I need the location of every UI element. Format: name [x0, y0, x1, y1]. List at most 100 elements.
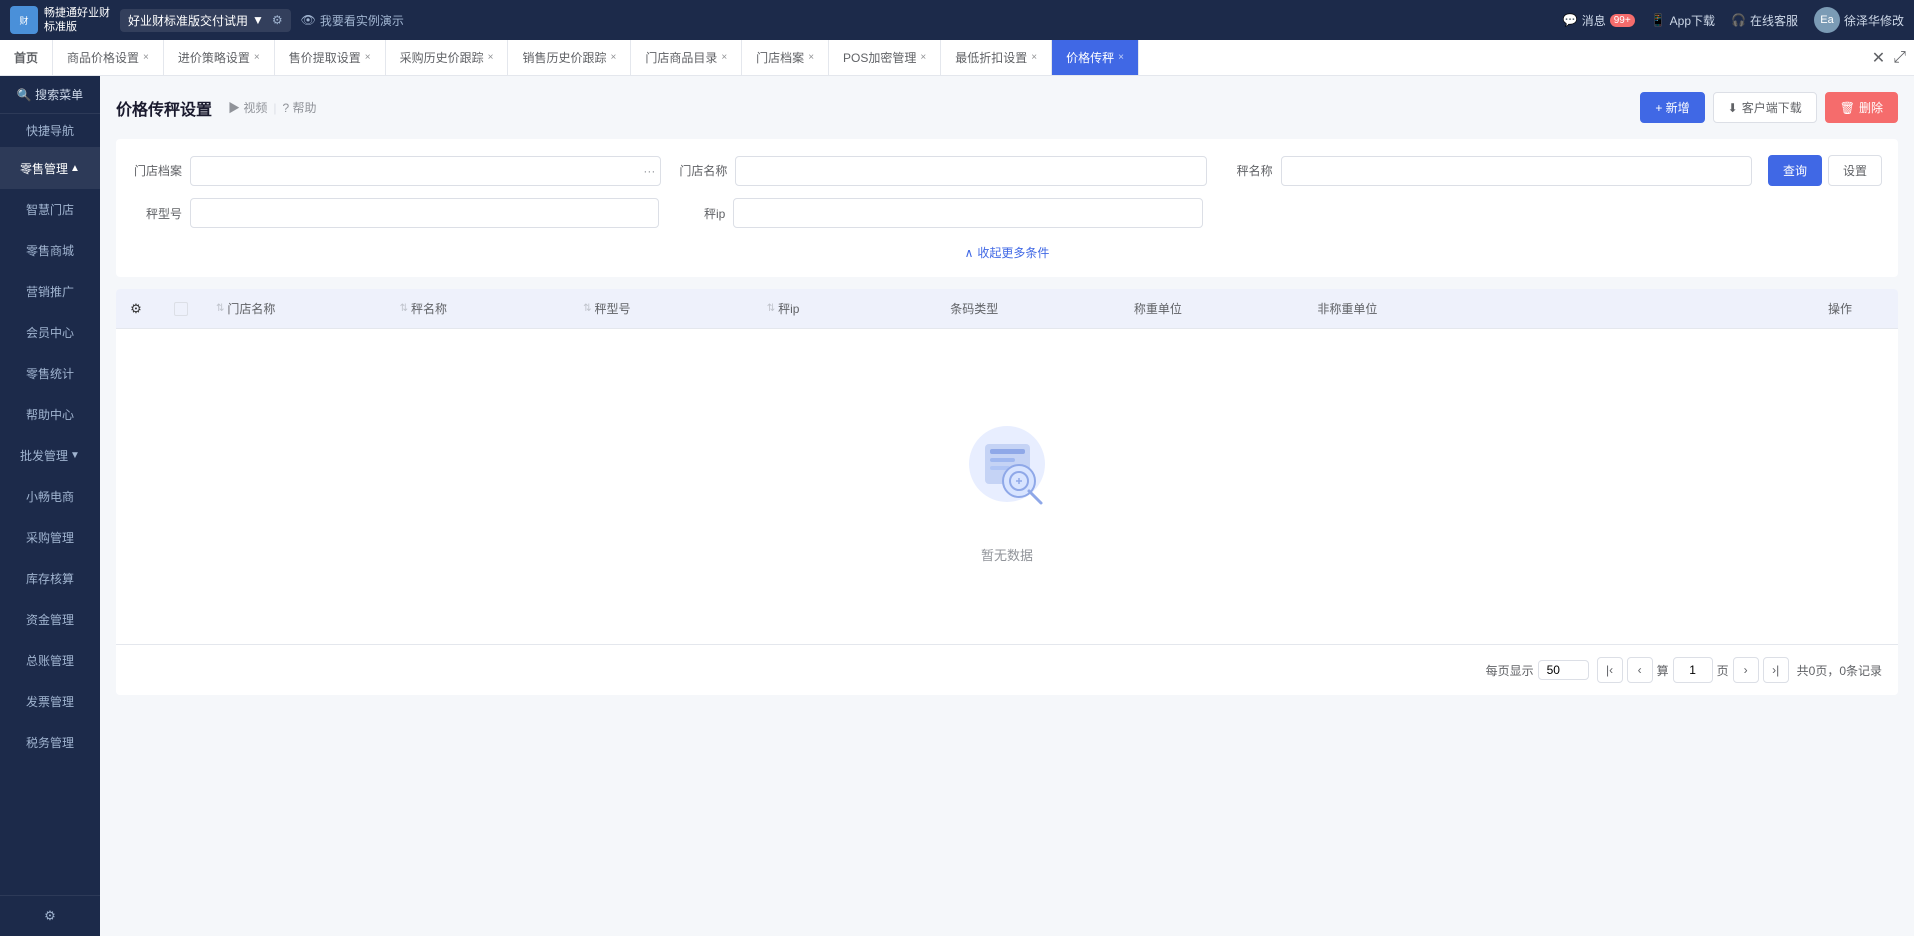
scale-name-input[interactable] [1281, 156, 1752, 186]
close-icon[interactable]: × [721, 52, 727, 63]
sidebar-item-tax[interactable]: 税务管理 [0, 722, 100, 763]
sidebar-item-wholesale-mgmt[interactable]: 批发管理 ▼ [0, 435, 100, 476]
first-page-btn[interactable]: |‹ [1597, 657, 1623, 683]
page-suffix-label: 页 [1717, 662, 1729, 679]
app-download-btn[interactable]: 📱 App下载 [1651, 12, 1715, 29]
page-nav: |‹ ‹ 算 页 › ›| [1597, 657, 1789, 683]
sidebar-item-invoice[interactable]: 发票管理 [0, 681, 100, 722]
tab-sale-price[interactable]: 售价提取设置 × [275, 40, 386, 76]
col-header-weight-unit: 称重单位 [1124, 300, 1308, 317]
tab-purchase-history[interactable]: 采购历史价跟踪 × [386, 40, 509, 76]
add-button[interactable]: + 新增 [1640, 92, 1704, 123]
tab-store-archive[interactable]: 门店档案 × [742, 40, 829, 76]
eye-icon: 👁 [301, 13, 316, 27]
close-icon[interactable]: × [610, 52, 616, 63]
store-name-input[interactable] [735, 156, 1206, 186]
page-number-input[interactable] [1673, 657, 1713, 683]
sidebar-search[interactable]: 🔍 搜索菜单 [0, 76, 100, 114]
tab-close-all-icon[interactable]: ✕ [1872, 48, 1885, 68]
tab-price-scale[interactable]: 价格传秤 × [1052, 40, 1139, 76]
sort-icon[interactable]: ⇅ [400, 303, 408, 314]
column-setting-btn[interactable]: ⚙ [116, 301, 156, 317]
ellipsis-btn[interactable]: ··· [643, 164, 655, 178]
next-page-btn[interactable]: › [1733, 657, 1759, 683]
query-button[interactable]: 查询 [1768, 155, 1822, 186]
form-row-1: 门店档案 ··· 门店名称 秤名称 查询 [132, 155, 1882, 186]
tab-bar: 首页 商品价格设置 × 进价策略设置 × 售价提取设置 × 采购历史价跟踪 × … [0, 40, 1914, 76]
sidebar-item-member-center[interactable]: 会员中心 [0, 312, 100, 353]
page-size-dropdown[interactable]: 50 10 20 100 [1538, 660, 1589, 680]
page-actions: + 新增 ⬇ 客户端下载 🗑 删除 [1640, 92, 1898, 123]
video-link[interactable]: ▶ 视频 [228, 99, 267, 116]
user-menu[interactable]: Ea 徐泽华修改 [1814, 7, 1904, 33]
help-link[interactable]: ? 帮助 [283, 99, 317, 116]
store-archive-input[interactable] [190, 156, 661, 186]
tab-store-catalog[interactable]: 门店商品目录 × [631, 40, 742, 76]
settings-icon[interactable]: ⚙ [272, 13, 283, 27]
gear-icon: ⚙ [44, 908, 56, 923]
top-right: 💬 消息 99+ 📱 App下载 🎧 在线客服 Ea 徐泽华修改 [1563, 7, 1904, 33]
sidebar-item-retail-stats[interactable]: 零售统计 [0, 353, 100, 394]
tab-price-setting[interactable]: 商品价格设置 × [53, 40, 164, 76]
sidebar-item-xiaochang-ecommerce[interactable]: 小畅电商 [0, 476, 100, 517]
select-all-checkbox[interactable] [174, 302, 188, 316]
client-download-button[interactable]: ⬇ 客户端下载 [1713, 92, 1817, 123]
sidebar-item-general-ledger[interactable]: 总账管理 [0, 640, 100, 681]
sort-icon[interactable]: ⇅ [583, 303, 591, 314]
video-icon: ▶ [228, 101, 240, 115]
close-icon[interactable]: × [254, 52, 260, 63]
sidebar-shortcut-nav[interactable]: 快捷导航 [0, 114, 100, 148]
close-icon[interactable]: × [365, 52, 371, 63]
tab-sale-history[interactable]: 销售历史价跟踪 × [508, 40, 631, 76]
sidebar-settings-btn[interactable]: ⚙ [0, 895, 100, 936]
close-icon[interactable]: × [143, 52, 149, 63]
tab-bar-actions: ✕ ⤢ [1872, 48, 1914, 68]
sort-icon[interactable]: ⇅ [216, 303, 224, 314]
store-archive-label: 门店档案 [132, 162, 182, 179]
close-icon[interactable]: × [920, 52, 926, 63]
delete-button[interactable]: 🗑 删除 [1825, 92, 1898, 123]
avatar: Ea [1814, 7, 1840, 33]
sidebar-item-inventory[interactable]: 库存核算 [0, 558, 100, 599]
page-title: 价格传秤设置 [116, 96, 212, 120]
sort-icon[interactable]: ⇅ [767, 303, 775, 314]
search-icon: 🔍 [17, 88, 32, 102]
form-row-2: 秤型号 秤ip [132, 198, 1882, 228]
page-size-select: 每页显示 50 10 20 100 [1486, 660, 1589, 680]
scale-model-input[interactable] [190, 198, 659, 228]
store-name-label: 门店名称 [677, 162, 727, 179]
sidebar: 🔍 搜索菜单 快捷导航 零售管理 ▲ 智慧门店 零售商城 营销推广 会员中心 零… [0, 76, 100, 936]
demo-link[interactable]: 👁 我要看实例演示 [301, 12, 404, 29]
close-icon[interactable]: × [1031, 52, 1037, 63]
online-service-btn[interactable]: 🎧 在线客服 [1731, 12, 1798, 29]
tab-min-discount[interactable]: 最低折扣设置 × [941, 40, 1052, 76]
sidebar-item-purchase-mgmt[interactable]: 采购管理 [0, 517, 100, 558]
last-page-btn[interactable]: ›| [1763, 657, 1789, 683]
close-icon[interactable]: × [808, 52, 814, 63]
user-name: 徐泽华修改 [1844, 12, 1904, 29]
collapse-btn[interactable]: ∧ 收起更多条件 [132, 240, 1882, 261]
close-icon[interactable]: × [1118, 52, 1124, 63]
sidebar-item-help-center[interactable]: 帮助中心 [0, 394, 100, 435]
sidebar-item-retail-mgmt[interactable]: 零售管理 ▲ [0, 148, 100, 189]
env-selector[interactable]: 好业财标准版交付试用 ▼ ⚙ [120, 9, 291, 32]
sidebar-item-smart-store[interactable]: 智慧门店 [0, 189, 100, 230]
tab-home[interactable]: 首页 [0, 40, 53, 76]
sidebar-item-marketing[interactable]: 营销推广 [0, 271, 100, 312]
page-help: ▶ 视频 | ? 帮助 [228, 99, 317, 116]
scale-ip-input[interactable] [733, 198, 1202, 228]
col-header-non-weight-unit: 非称重单位 [1307, 300, 1818, 317]
trash-icon: 🗑 [1840, 101, 1855, 115]
sidebar-item-funds[interactable]: 资金管理 [0, 599, 100, 640]
col-header-operations: 操作 [1818, 300, 1898, 317]
settings-btn[interactable]: 设置 [1828, 155, 1882, 186]
collapse-icon: ∧ [965, 246, 974, 260]
tab-purchase-strategy[interactable]: 进价策略设置 × [164, 40, 275, 76]
close-icon[interactable]: × [488, 52, 494, 63]
prev-page-btn[interactable]: ‹ [1627, 657, 1653, 683]
form-item-store-archive: 门店档案 ··· [132, 156, 661, 186]
tab-pos[interactable]: POS加密管理 × [829, 40, 941, 76]
message-btn[interactable]: 💬 消息 99+ [1563, 12, 1635, 29]
sidebar-item-retail-mall[interactable]: 零售商城 [0, 230, 100, 271]
tab-expand-icon[interactable]: ⤢ [1893, 49, 1906, 67]
